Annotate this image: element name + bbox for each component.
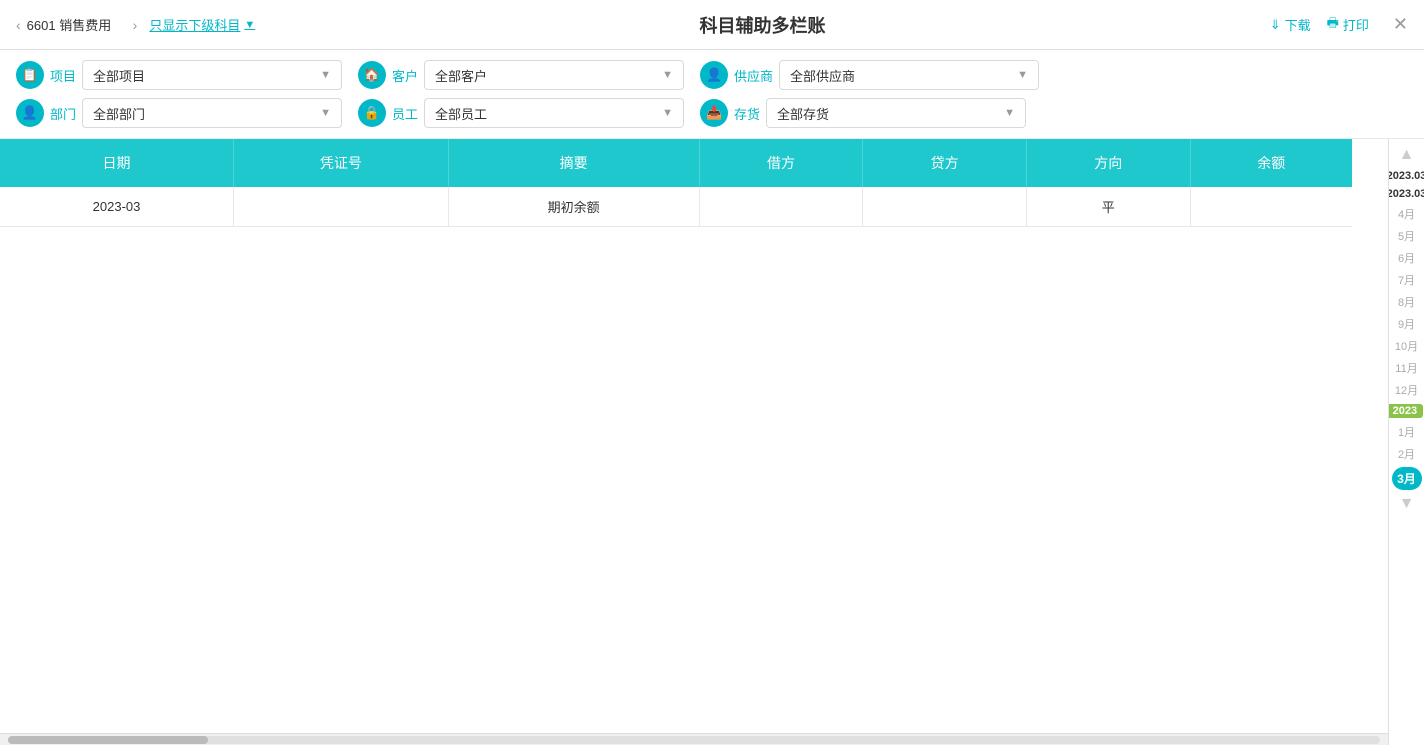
department-value: 全部部门 [93,104,145,123]
filter-area: 📋 项目 全部项目 ▼ 🏠 客户 全部客户 ▼ 👤 供应商 [0,50,1424,139]
timeline-item[interactable]: 2023.03 [1388,185,1424,203]
col-summary: 摘要 [448,139,699,187]
account-nav: ‹ 6601 销售费用 › [16,15,137,34]
print-label: 打印 [1343,15,1369,34]
timeline-item[interactable]: 1月 [1388,421,1424,443]
employee-icon: 🔒 [358,99,386,127]
col-direction: 方向 [1026,139,1190,187]
project-value: 全部项目 [93,66,145,85]
content-area: 日期 凭证号 摘要 借方 贷方 方向 余额 2023-03 期初余额 [0,139,1424,745]
employee-chevron-icon: ▼ [662,107,673,119]
customer-select[interactable]: 全部客户 ▼ [424,60,684,90]
timeline-item[interactable]: 7月 [1388,269,1424,291]
timeline-item[interactable]: 10月 [1388,335,1424,357]
cell-balance [1190,187,1352,227]
supplier-value: 全部供应商 [790,66,855,85]
supplier-icon: 👤 [700,61,728,89]
account-code-name: 6601 销售费用 [27,15,127,34]
supplier-select[interactable]: 全部供应商 ▼ [779,60,1039,90]
timeline-item[interactable]: 2023.03 [1388,167,1424,185]
col-date: 日期 [0,139,234,187]
col-voucher: 凭证号 [234,139,449,187]
cell-direction: 平 [1026,187,1190,227]
scrollbar-track [8,736,1380,744]
cell-date: 2023-03 [0,187,234,227]
col-debit: 借方 [699,139,863,187]
cell-voucher [234,187,449,227]
timeline-item[interactable]: 4月 [1388,203,1424,225]
filter-employee: 🔒 员工 全部员工 ▼ [358,98,684,128]
project-label: 项目 [50,66,76,85]
header: ‹ 6601 销售费用 › 只显示下级科目 ▼ 科目辅助多栏账 ⇓ 下载 🖶 打… [0,0,1424,50]
download-label: 下载 [1285,15,1311,34]
print-button[interactable]: 🖶 打印 [1327,14,1369,36]
filter-inventory: 📥 存货 全部存货 ▼ [700,98,1026,128]
project-chevron-icon: ▼ [320,69,331,81]
right-sidebar: ▲ 2023.032023.034月5月6月7月8月9月10月11月12月202… [1388,139,1424,745]
department-select[interactable]: 全部部门 ▼ [82,98,342,128]
prev-account-button[interactable]: ‹ [16,17,21,33]
inventory-icon: 📥 [700,99,728,127]
print-icon: 🖶 [1327,14,1339,36]
timeline-item[interactable]: 12月 [1388,379,1424,401]
department-label: 部门 [50,104,76,123]
filter-department: 👤 部门 全部部门 ▼ [16,98,342,128]
chevron-down-icon: ▼ [244,19,255,31]
table-header-row: 日期 凭证号 摘要 借方 贷方 方向 余额 [0,139,1352,187]
table-wrapper[interactable]: 日期 凭证号 摘要 借方 贷方 方向 余额 2023-03 期初余额 [0,139,1352,733]
close-button[interactable]: ✕ [1393,14,1408,35]
department-chevron-icon: ▼ [320,107,331,119]
employee-select[interactable]: 全部员工 ▼ [424,98,684,128]
cell-debit [699,187,863,227]
filter-row-2: 👤 部门 全部部门 ▼ 🔒 员工 全部员工 ▼ 📥 存货 [16,98,1408,128]
scrollbar-area[interactable] [0,733,1388,745]
timeline-item[interactable]: 3月 [1392,467,1422,490]
customer-label: 客户 [392,66,418,85]
col-balance: 余额 [1190,139,1352,187]
inventory-label: 存货 [734,104,760,123]
employee-value: 全部员工 [435,104,487,123]
table-section: 日期 凭证号 摘要 借方 贷方 方向 余额 2023-03 期初余额 [0,139,1388,745]
main-table: 日期 凭证号 摘要 借方 贷方 方向 余额 2023-03 期初余额 [0,139,1352,227]
table-row[interactable]: 2023-03 期初余额 平 [0,187,1352,227]
project-select[interactable]: 全部项目 ▼ [82,60,342,90]
timeline-item[interactable]: 5月 [1388,225,1424,247]
cell-summary: 期初余额 [448,187,699,227]
col-credit: 贷方 [863,139,1027,187]
department-icon: 👤 [16,99,44,127]
customer-icon: 🏠 [358,61,386,89]
cell-credit [863,187,1027,227]
timeline-item[interactable]: 2023 [1388,404,1423,418]
timeline-item[interactable]: 2月 [1388,443,1424,465]
customer-chevron-icon: ▼ [662,69,673,81]
show-sub-label: 只显示下级科目 [149,15,240,34]
timeline-item[interactable]: 8月 [1388,291,1424,313]
next-account-button[interactable]: › [133,17,138,33]
scrollbar-thumb[interactable] [8,736,208,744]
project-icon: 📋 [16,61,44,89]
timeline-down-button[interactable]: ▼ [1395,492,1419,516]
show-sub-button[interactable]: 只显示下级科目 ▼ [149,15,255,34]
download-button[interactable]: ⇓ 下载 [1270,15,1311,34]
inventory-chevron-icon: ▼ [1004,107,1015,119]
download-icon: ⇓ [1270,17,1281,33]
filter-project: 📋 项目 全部项目 ▼ [16,60,342,90]
timeline-item[interactable]: 11月 [1388,357,1424,379]
filter-row-1: 📋 项目 全部项目 ▼ 🏠 客户 全部客户 ▼ 👤 供应商 [16,60,1408,90]
filter-supplier: 👤 供应商 全部供应商 ▼ [700,60,1039,90]
filter-customer: 🏠 客户 全部客户 ▼ [358,60,684,90]
header-actions: ⇓ 下载 🖶 打印 ✕ [1270,14,1408,36]
timeline-item[interactable]: 6月 [1388,247,1424,269]
timeline-item[interactable]: 9月 [1388,313,1424,335]
supplier-label: 供应商 [734,66,773,85]
customer-value: 全部客户 [435,66,487,85]
timeline-up-button[interactable]: ▲ [1395,143,1419,167]
inventory-value: 全部存货 [777,104,829,123]
employee-label: 员工 [392,104,418,123]
supplier-chevron-icon: ▼ [1017,69,1028,81]
page-title: 科目辅助多栏账 [255,12,1269,38]
inventory-select[interactable]: 全部存货 ▼ [766,98,1026,128]
